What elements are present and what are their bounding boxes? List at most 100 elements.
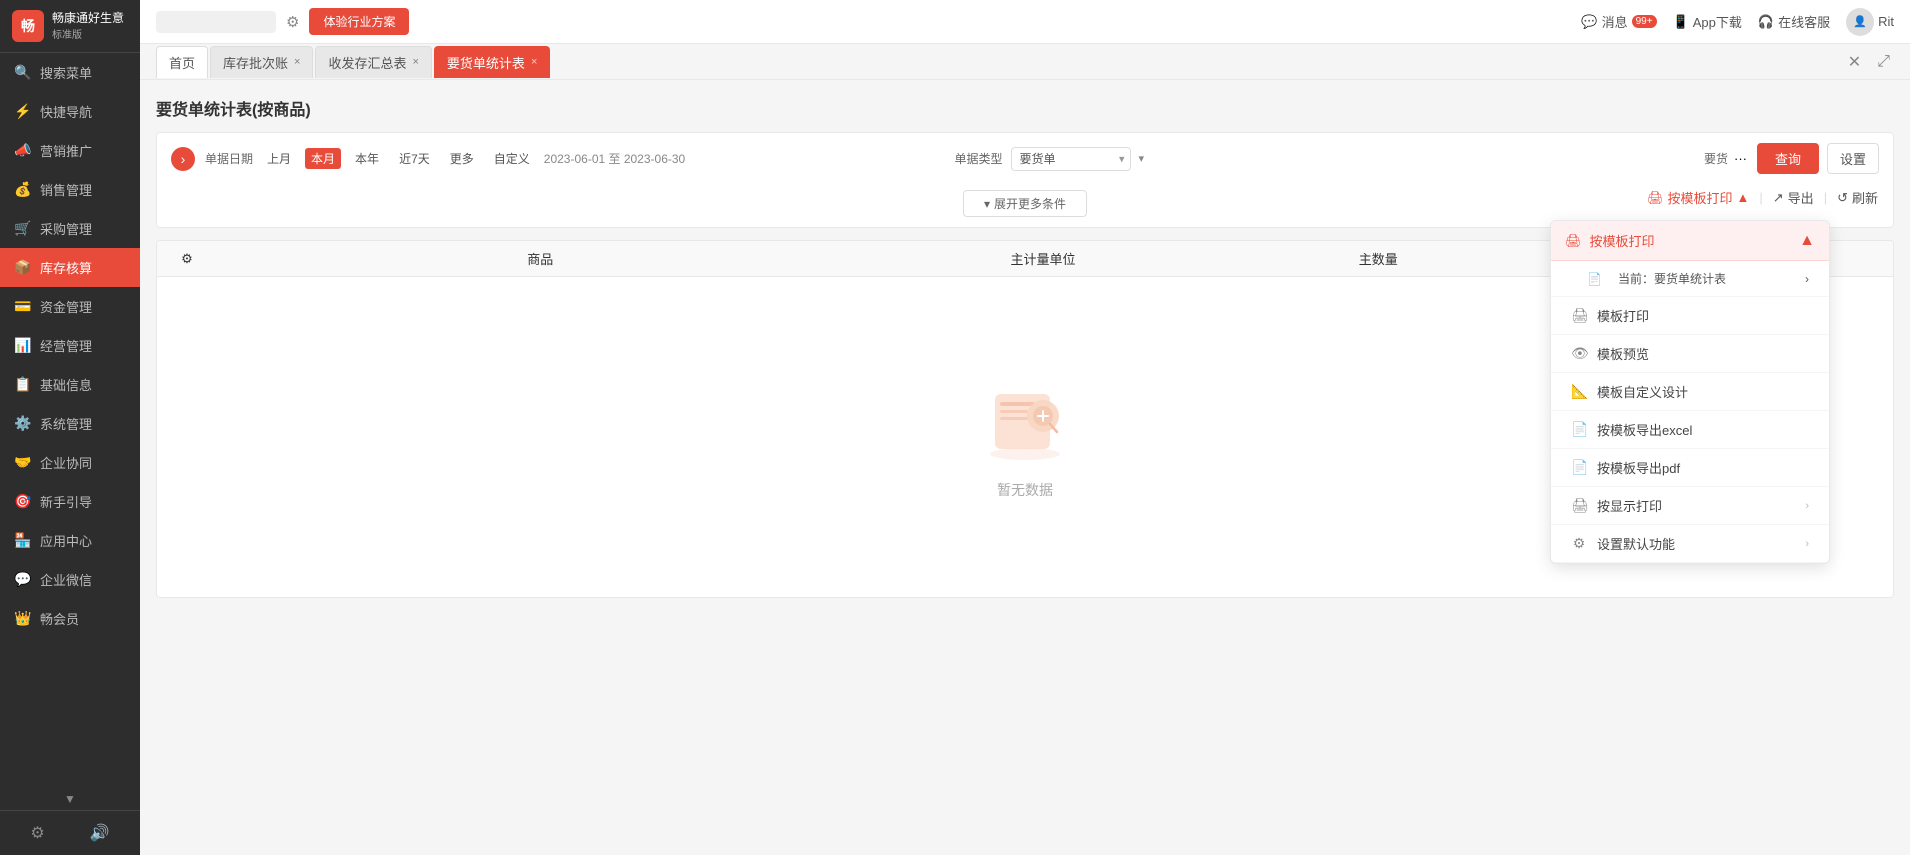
settings-bottom-button[interactable]: ⚙ — [26, 819, 48, 847]
notifications-item[interactable]: 💬 消息 99+ — [1581, 12, 1656, 31]
export-icon: ↗ — [1773, 190, 1784, 206]
date-btn-this-year[interactable]: 本年 — [349, 148, 385, 169]
tab-collect-close[interactable]: × — [412, 56, 418, 68]
main-content: ⚙ 体验行业方案 💬 消息 99+ 📱 App下载 🎧 在线客服 👤 Rit — [140, 0, 1910, 855]
date-btn-this-month[interactable]: 本月 — [305, 148, 341, 169]
date-btn-more[interactable]: 更多 — [444, 148, 480, 169]
sidebar-logo: 畅 畅康通好生意 标准版 — [0, 0, 140, 53]
sound-bottom-button[interactable]: 🔊 — [86, 819, 114, 847]
date-btn-last-month[interactable]: 上月 — [261, 148, 297, 169]
col-settings[interactable]: ⚙ — [169, 251, 205, 267]
online-service-item[interactable]: 🎧 在线客服 — [1758, 12, 1830, 31]
print-dropdown-close-button[interactable]: ▲ — [1799, 232, 1815, 250]
printer-icon: 🖨 — [1647, 190, 1664, 206]
dropdown-item-template-print[interactable]: 🖨 模板打印 — [1551, 297, 1829, 335]
sidebar-item-search[interactable]: 🔍 搜索菜单 — [0, 53, 140, 92]
app-name: 畅康通好生意 — [52, 11, 124, 27]
notifications-badge: 99+ — [1632, 15, 1657, 28]
tab-order[interactable]: 要货单统计表 × — [434, 46, 550, 78]
dropdown-indicator: ▾ — [1139, 152, 1145, 165]
guide-icon: 🎯 — [14, 493, 32, 510]
sidebar-item-system[interactable]: ⚙️ 系统管理 — [0, 404, 140, 443]
app-icon: 📱 — [1673, 14, 1689, 30]
sidebar-scroll-down[interactable]: ▼ — [0, 788, 140, 810]
export-button[interactable]: ↗ 导出 — [1773, 188, 1814, 207]
template-pdf-icon: 📄 — [1571, 459, 1587, 476]
dropdown-item-display-print[interactable]: 🖨 按显示打印 › — [1551, 487, 1829, 525]
shortcut-icon: ⚡ — [14, 103, 32, 120]
page-body: 要货单统计表(按商品) 🖨 按模板打印 ▲ | ↗ 导出 | ↺ 刷新 › — [140, 80, 1910, 855]
default-settings-left: ⚙ 设置默认功能 — [1571, 534, 1675, 553]
scroll-down-button[interactable]: ▼ — [64, 792, 76, 806]
sidebar-item-member[interactable]: 👑 畅会员 — [0, 599, 140, 638]
order-type-select[interactable]: 要货单 — [1011, 147, 1131, 171]
filter-expand-toggle[interactable]: › — [171, 147, 195, 171]
purchase-icon: 🛒 — [14, 220, 32, 237]
filter-actions: 查询 设置 — [1757, 143, 1879, 174]
dropdown-item-template-pdf[interactable]: 📄 按模板导出pdf — [1551, 449, 1829, 487]
wechat-icon: 💬 — [14, 571, 32, 588]
user-avatar: 👤 — [1846, 8, 1874, 36]
topbar: ⚙ 体验行业方案 💬 消息 99+ 📱 App下载 🎧 在线客服 👤 Rit — [140, 0, 1910, 44]
template-preview-icon: 👁 — [1571, 345, 1587, 362]
order-type-select-wrapper: 要货单 — [1011, 147, 1131, 171]
dropdown-current-item[interactable]: 📄 当前：要货单统计表 › — [1551, 261, 1829, 297]
current-item-icon: 📄 — [1587, 272, 1602, 286]
tab-batch[interactable]: 库存批次账 × — [210, 46, 313, 78]
date-btn-7days[interactable]: 近7天 — [393, 148, 436, 169]
sidebar-item-appstore[interactable]: 🏪 应用中心 — [0, 521, 140, 560]
sidebar-item-inventory[interactable]: 📦 库存核算 — [0, 248, 140, 287]
sidebar-item-finance[interactable]: 💳 资金管理 — [0, 287, 140, 326]
expand-more-button[interactable]: ▾ 展开更多条件 — [963, 190, 1087, 217]
query-button[interactable]: 查询 — [1757, 143, 1819, 174]
sidebar-item-purchase[interactable]: 🛒 采购管理 — [0, 209, 140, 248]
require-goods-label: 要货 — [1704, 150, 1728, 167]
print-template-button[interactable]: 🖨 按模板打印 ▲ — [1647, 188, 1749, 207]
date-btn-custom[interactable]: 自定义 — [488, 148, 536, 169]
print-dropdown: 🖨 按模板打印 ▲ 📄 当前：要货单统计表 › 🖨 模板打印 👁 模板预览 📐 — [1550, 220, 1830, 564]
empty-text: 暂无数据 — [997, 480, 1053, 500]
sidebar-item-marketing[interactable]: 📣 营销推广 — [0, 131, 140, 170]
topbar-search-input[interactable] — [156, 11, 276, 33]
sidebar-item-wechat[interactable]: 💬 企业微信 — [0, 560, 140, 599]
sidebar-item-basic[interactable]: 📋 基础信息 — [0, 365, 140, 404]
sidebar-item-collab[interactable]: 🤝 企业协同 — [0, 443, 140, 482]
gear-icon[interactable]: ⚙ — [286, 13, 299, 31]
settings-button[interactable]: 设置 — [1827, 143, 1879, 174]
dropdown-item-template-preview[interactable]: 👁 模板预览 — [1551, 335, 1829, 373]
dropdown-item-template-custom[interactable]: 📐 模板自定义设计 — [1551, 373, 1829, 411]
tab-home-label: 首页 — [169, 53, 195, 72]
dropdown-item-default-settings[interactable]: ⚙ 设置默认功能 › — [1551, 525, 1829, 563]
tab-collect-label: 收发存汇总表 — [328, 53, 406, 72]
sidebar-item-shortcut[interactable]: ⚡ 快捷导航 — [0, 92, 140, 131]
template-print-icon: 🖨 — [1571, 307, 1587, 324]
printer-icon-header: 🖨 — [1565, 233, 1582, 249]
user-avatar-item[interactable]: 👤 Rit — [1846, 8, 1894, 36]
current-chevron-icon: › — [1805, 272, 1809, 286]
sales-icon: 💰 — [14, 181, 32, 198]
refresh-button[interactable]: ↺ 刷新 — [1837, 188, 1878, 207]
order-type-label: 单据类型 — [954, 150, 1002, 167]
tabbar-right-controls: ✕ ⤢ — [1844, 50, 1894, 74]
tab-close-button[interactable]: ✕ — [1844, 50, 1865, 74]
filter-dots: ··· — [1734, 151, 1747, 166]
default-settings-icon: ⚙ — [1571, 535, 1587, 552]
app-download-item[interactable]: 📱 App下载 — [1673, 12, 1742, 31]
tab-batch-close[interactable]: × — [294, 56, 300, 68]
sidebar-item-sales[interactable]: 💰 销售管理 — [0, 170, 140, 209]
print-dropdown-title: 🖨 按模板打印 — [1565, 231, 1655, 250]
marketing-icon: 📣 — [14, 142, 32, 159]
col-qty: 主数量 — [1211, 249, 1546, 268]
print-dropdown-header: 🖨 按模板打印 ▲ — [1551, 221, 1829, 261]
col-settings-icon: ⚙ — [181, 251, 193, 266]
tab-collect[interactable]: 收发存汇总表 × — [315, 46, 431, 78]
dropdown-item-template-excel[interactable]: 📄 按模板导出excel — [1551, 411, 1829, 449]
sidebar-item-guide[interactable]: 🎯 新手引导 — [0, 482, 140, 521]
tab-order-close[interactable]: × — [531, 56, 537, 68]
inventory-icon: 📦 — [14, 259, 32, 276]
display-print-left: 🖨 按显示打印 — [1571, 496, 1662, 515]
sidebar-item-operation[interactable]: 📊 经营管理 — [0, 326, 140, 365]
tab-home[interactable]: 首页 — [156, 46, 208, 78]
tab-expand-button[interactable]: ⤢ — [1873, 51, 1894, 73]
trial-button[interactable]: 体验行业方案 — [309, 8, 409, 35]
